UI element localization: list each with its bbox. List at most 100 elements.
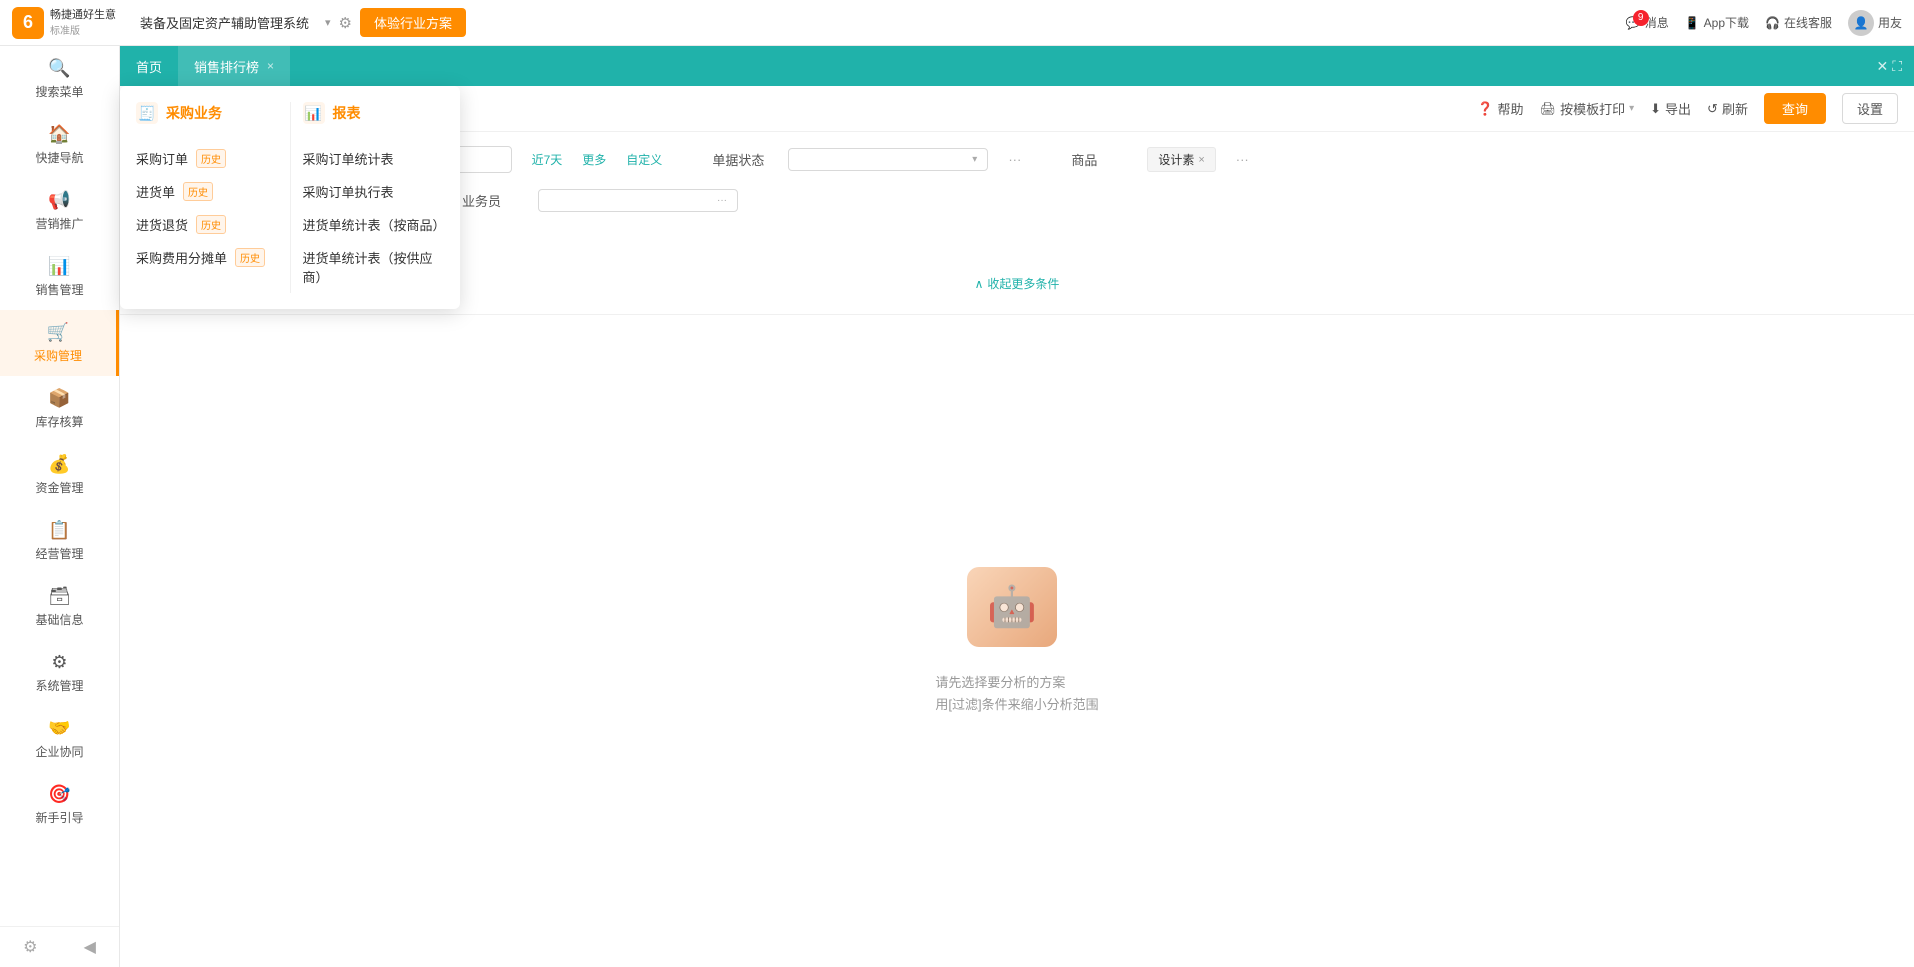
sidebar-item-search[interactable]: 🔍 搜索菜单 bbox=[0, 46, 119, 112]
empty-hint-1: 请先选择要分析的方案 用[过滤]条件来缩小分析范围 bbox=[935, 669, 1098, 716]
menu-purchase-expense[interactable]: 采购费用分摊单 历史 bbox=[136, 241, 278, 274]
refresh-action[interactable]: ↺ 刷新 bbox=[1707, 99, 1748, 118]
sidebar-label-basic: 基础信息 bbox=[35, 611, 83, 628]
bill-status-label: 单据状态 bbox=[712, 150, 768, 169]
menu-purchase-order-label: 采购订单 bbox=[136, 149, 188, 168]
message-badge: 9 bbox=[1633, 10, 1649, 26]
bill-status-select[interactable]: ▾ bbox=[788, 148, 988, 171]
menu-purchase-order[interactable]: 采购订单 历史 bbox=[136, 142, 278, 175]
salesman-select[interactable]: ··· bbox=[538, 189, 738, 212]
menu-inbound-label: 进货单 bbox=[136, 182, 175, 201]
goods-label: 商品 bbox=[1071, 150, 1127, 169]
purchase-biz-col: 🧾 采购业务 采购订单 历史 进货单 历史 进货退货 历史 采购费用分摊单 历史 bbox=[136, 102, 278, 293]
menu-purchase-order-stat[interactable]: 采购订单统计表 bbox=[303, 142, 445, 175]
export-icon: ⬇ bbox=[1650, 101, 1661, 117]
empty-area: 🤖 请先选择要分析的方案 用[过滤]条件来缩小分析范围 bbox=[120, 315, 1914, 967]
purchase-biz-icon: 🧾 bbox=[136, 102, 158, 124]
system-dropdown-icon[interactable]: ▾ bbox=[325, 16, 331, 29]
sidebar-label-sales: 销售管理 bbox=[35, 281, 83, 298]
query-button[interactable]: 查询 bbox=[1764, 93, 1826, 124]
online-action[interactable]: 🎧 在线客服 bbox=[1765, 14, 1832, 31]
sidebar-label-marketing: 营销推广 bbox=[35, 215, 83, 232]
search-icon: 🔍 bbox=[48, 58, 70, 79]
salesman-dropdown-icon: ··· bbox=[717, 195, 727, 206]
sidebar-item-marketing[interactable]: 📢 营销推广 bbox=[0, 178, 119, 244]
target-icon: 🎯 bbox=[48, 784, 70, 805]
set-button[interactable]: 设置 bbox=[1842, 93, 1898, 124]
headset-icon: 🎧 bbox=[1765, 16, 1780, 30]
home-icon: 🏠 bbox=[48, 124, 70, 145]
settings-bottom-icon[interactable]: ⚙ bbox=[23, 937, 37, 957]
logo-sub: 标准版 bbox=[50, 22, 116, 37]
clipboard-icon: 📋 bbox=[48, 520, 70, 541]
menu-inbound[interactable]: 进货单 历史 bbox=[136, 175, 278, 208]
sidebar-item-guide[interactable]: 🎯 新手引导 bbox=[0, 772, 119, 838]
user-label: 用友 bbox=[1878, 14, 1902, 31]
logo-text: 畅捷通好生意 bbox=[50, 8, 116, 22]
menu-purchase-order-exec-label: 采购订单执行表 bbox=[303, 182, 394, 201]
menu-inbound-return[interactable]: 进货退货 历史 bbox=[136, 208, 278, 241]
print-action[interactable]: 🖨 按模板打印 ▾ bbox=[1540, 99, 1635, 118]
menu-inbound-stat-goods[interactable]: 进货单统计表（按商品） bbox=[303, 208, 445, 241]
goods-tag-close[interactable]: × bbox=[1198, 154, 1204, 166]
sidebar-item-operation[interactable]: 📋 经营管理 bbox=[0, 508, 119, 574]
sidebar-label-system: 系统管理 bbox=[35, 677, 83, 694]
logo-icon: 6 bbox=[12, 7, 44, 39]
export-action[interactable]: ⬇ 导出 bbox=[1650, 99, 1691, 118]
date-custom-link[interactable]: 自定义 bbox=[626, 151, 662, 168]
box-icon: 📦 bbox=[48, 388, 70, 409]
bill-status-dots[interactable]: ··· bbox=[1008, 152, 1021, 167]
tab-close-window-icon[interactable]: ✕ bbox=[1876, 58, 1888, 75]
print-dropdown-icon[interactable]: ▾ bbox=[1629, 103, 1634, 114]
menu-inbound-stat-supplier[interactable]: 进货单统计表（按供应商） bbox=[303, 241, 445, 293]
system-title: 装备及固定资产辅助管理系统 bbox=[132, 13, 317, 32]
sidebar-item-system[interactable]: ⚙ 系统管理 bbox=[0, 640, 119, 706]
inbound-return-badge: 历史 bbox=[196, 215, 226, 234]
tab-sales-rank[interactable]: 销售排行榜 × bbox=[178, 46, 290, 86]
cart-icon: 🛒 bbox=[47, 322, 69, 343]
message-action[interactable]: 💬 9 消息 bbox=[1626, 14, 1669, 31]
sidebar-item-inventory[interactable]: 📦 库存核算 bbox=[0, 376, 119, 442]
help-action[interactable]: ❓ 帮助 bbox=[1477, 99, 1523, 118]
app-action[interactable]: 📱 App下载 bbox=[1685, 14, 1749, 31]
tab-expand-icon[interactable]: ⛶ bbox=[1892, 58, 1902, 75]
sidebar-label-search: 搜索菜单 bbox=[35, 83, 83, 100]
refresh-icon: ↺ bbox=[1707, 101, 1718, 117]
trial-button[interactable]: 体验行业方案 bbox=[360, 8, 466, 37]
report-icon: 📊 bbox=[303, 102, 325, 124]
purchase-dropdown-menu: 🧾 采购业务 采购订单 历史 进货单 历史 进货退货 历史 采购费用分摊单 历史 bbox=[120, 86, 460, 309]
date-preset-7days[interactable]: 近7天 bbox=[532, 151, 563, 168]
sidebar-item-cooperation[interactable]: 🤝 企业协同 bbox=[0, 706, 119, 772]
sidebar-item-quick[interactable]: 🏠 快捷导航 bbox=[0, 112, 119, 178]
refresh-label: 刷新 bbox=[1722, 99, 1748, 118]
tab-home[interactable]: 首页 bbox=[120, 46, 178, 86]
menu-purchase-order-exec[interactable]: 采购订单执行表 bbox=[303, 175, 445, 208]
megaphone-icon: 📢 bbox=[48, 190, 70, 211]
tab-sales-rank-label: 销售排行榜 bbox=[194, 57, 259, 76]
sidebar-item-purchase[interactable]: 🛒 采购管理 bbox=[0, 310, 119, 376]
app-label: App下载 bbox=[1704, 14, 1749, 31]
goods-dots[interactable]: ··· bbox=[1236, 152, 1249, 167]
settings-icon[interactable]: ⚙ bbox=[339, 14, 352, 32]
inbound-badge: 历史 bbox=[183, 182, 213, 201]
menu-inbound-stat-supplier-label: 进货单统计表（按供应商） bbox=[303, 248, 445, 286]
sidebar-bottom: ⚙ ◀ bbox=[0, 926, 119, 967]
user-action[interactable]: 👤 用友 bbox=[1848, 10, 1902, 36]
collapse-icon: ∧ bbox=[975, 277, 984, 291]
sidebar-item-basic[interactable]: 🗃 基础信息 bbox=[0, 574, 119, 640]
database-icon: 🗃 bbox=[48, 586, 71, 607]
header-right: 💬 9 消息 📱 App下载 🎧 在线客服 👤 用友 bbox=[1626, 10, 1902, 36]
collapse-sidebar-icon[interactable]: ◀ bbox=[84, 937, 96, 957]
tab-close-icon[interactable]: × bbox=[267, 59, 274, 73]
money-icon: 💰 bbox=[48, 454, 70, 475]
sidebar-item-sales[interactable]: 📊 销售管理 bbox=[0, 244, 119, 310]
sidebar-item-finance[interactable]: 💰 资金管理 bbox=[0, 442, 119, 508]
dropdown-divider bbox=[290, 102, 291, 293]
date-more-link[interactable]: 更多 bbox=[582, 151, 606, 168]
menu-inbound-stat-goods-label: 进货单统计表（按商品） bbox=[303, 215, 445, 234]
purchase-expense-badge: 历史 bbox=[235, 248, 265, 267]
bill-status-dropdown-icon: ▾ bbox=[972, 154, 977, 165]
sidebar-label-quick: 快捷导航 bbox=[35, 149, 83, 166]
export-label: 导出 bbox=[1665, 99, 1691, 118]
sidebar-label-finance: 资金管理 bbox=[35, 479, 83, 496]
